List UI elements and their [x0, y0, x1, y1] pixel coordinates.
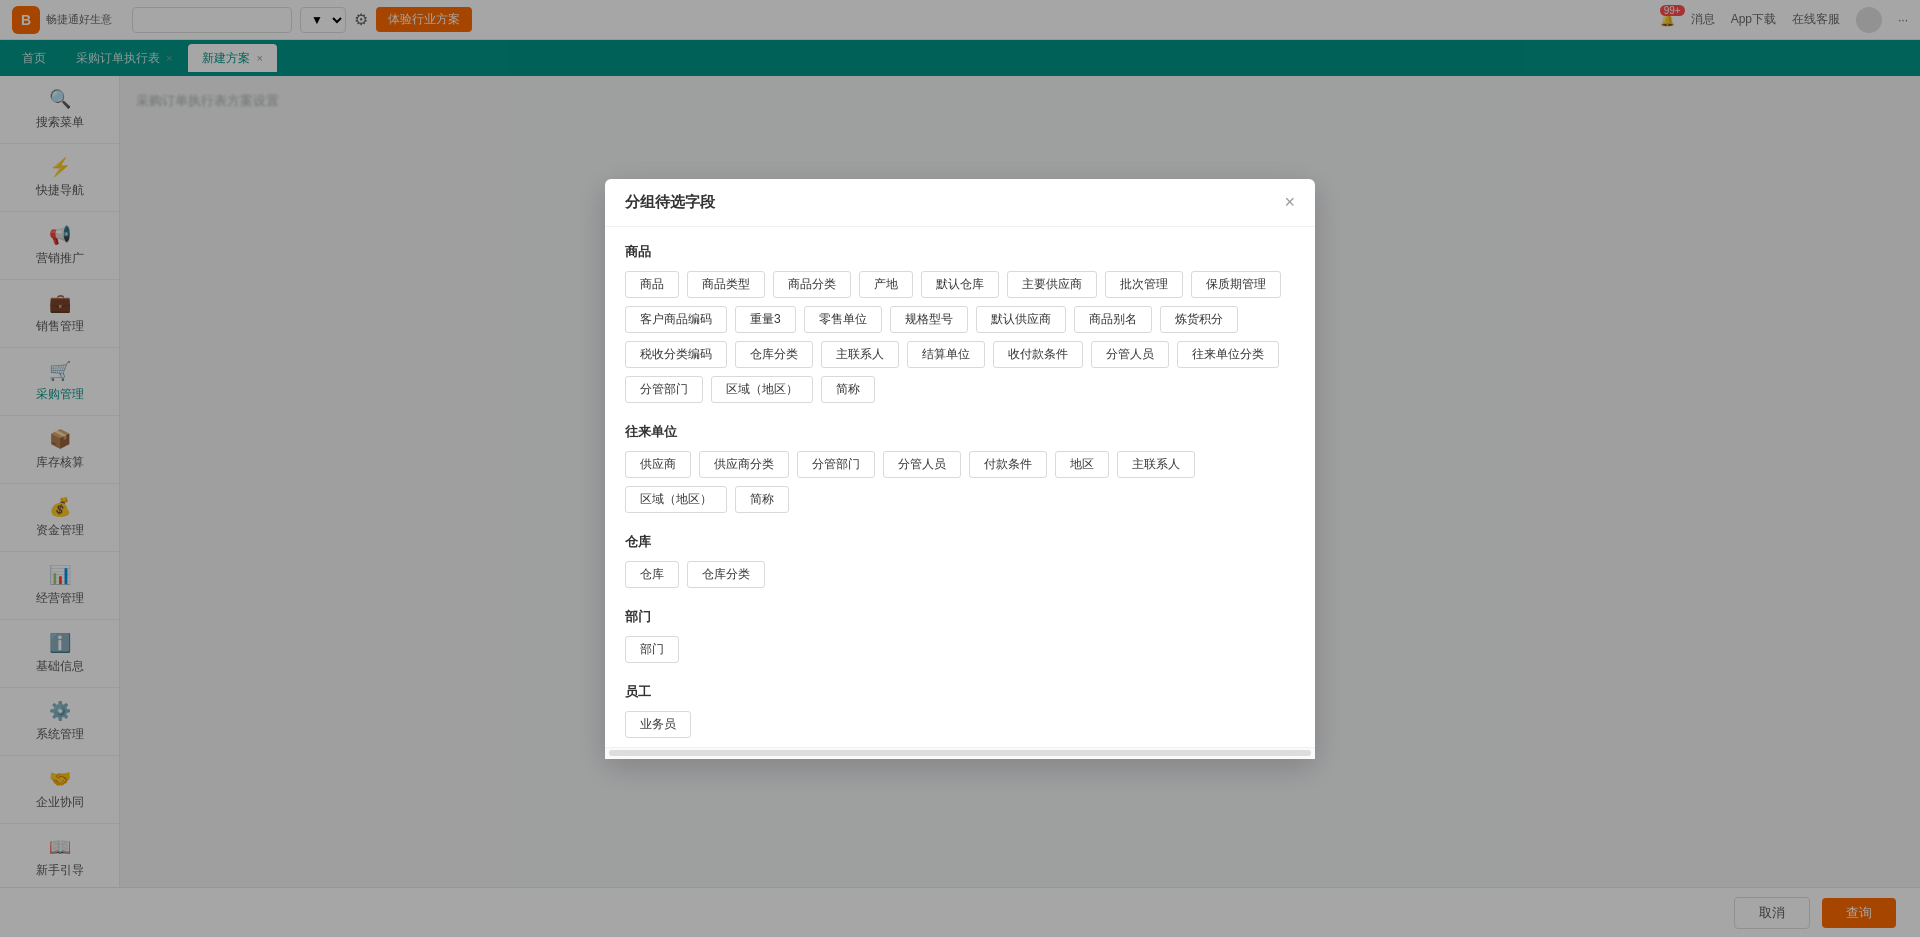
section-title-4: 员工 [625, 683, 1295, 701]
modal-close-button[interactable]: × [1284, 193, 1295, 211]
field-tag-1-2[interactable]: 分管部门 [797, 451, 875, 478]
section-title-3: 部门 [625, 608, 1295, 626]
field-tag-2-1[interactable]: 仓库分类 [687, 561, 765, 588]
field-section-3: 部门部门 [625, 608, 1295, 663]
section-title-2: 仓库 [625, 533, 1295, 551]
modal-body: 商品商品商品类型商品分类产地默认仓库主要供应商批次管理保质期管理客户商品编码重量… [605, 227, 1315, 747]
field-tags-0: 商品商品类型商品分类产地默认仓库主要供应商批次管理保质期管理客户商品编码重量3 零… [625, 271, 1295, 403]
modal-hscroll[interactable] [605, 747, 1315, 759]
field-tag-0-15[interactable]: 税收分类编码 [625, 341, 727, 368]
field-tag-4-0[interactable]: 业务员 [625, 711, 691, 738]
field-tag-0-11[interactable]: 规格型号 [890, 306, 968, 333]
field-tag-0-5[interactable]: 主要供应商 [1007, 271, 1097, 298]
field-tag-0-13[interactable]: 商品别名 [1074, 306, 1152, 333]
field-tag-0-1[interactable]: 商品类型 [687, 271, 765, 298]
field-section-4: 员工业务员 [625, 683, 1295, 738]
field-tag-1-0[interactable]: 供应商 [625, 451, 691, 478]
field-tag-1-7[interactable]: 区域（地区） [625, 486, 727, 513]
hscroll-track [609, 750, 1311, 756]
field-tags-2: 仓库仓库分类 [625, 561, 1295, 588]
field-tag-0-12[interactable]: 默认供应商 [976, 306, 1066, 333]
field-tag-0-8[interactable]: 客户商品编码 [625, 306, 727, 333]
modal: 分组待选字段 × 商品商品商品类型商品分类产地默认仓库主要供应商批次管理保质期管… [605, 179, 1315, 759]
field-tag-1-4[interactable]: 付款条件 [969, 451, 1047, 478]
section-title-1: 往来单位 [625, 423, 1295, 441]
field-tags-3: 部门 [625, 636, 1295, 663]
field-tag-0-22[interactable]: 分管部门 [625, 376, 703, 403]
field-tag-3-0[interactable]: 部门 [625, 636, 679, 663]
field-tag-0-21[interactable]: 往来单位分类 [1177, 341, 1279, 368]
field-tag-0-3[interactable]: 产地 [859, 271, 913, 298]
field-tag-0-6[interactable]: 批次管理 [1105, 271, 1183, 298]
field-tag-0-4[interactable]: 默认仓库 [921, 271, 999, 298]
field-tag-0-14[interactable]: 炼货积分 [1160, 306, 1238, 333]
field-tag-1-3[interactable]: 分管人员 [883, 451, 961, 478]
field-section-2: 仓库仓库仓库分类 [625, 533, 1295, 588]
modal-title: 分组待选字段 [625, 193, 715, 212]
field-tag-0-17[interactable]: 主联系人 [821, 341, 899, 368]
field-tag-1-1[interactable]: 供应商分类 [699, 451, 789, 478]
field-section-1: 往来单位供应商供应商分类分管部门分管人员付款条件地区主联系人区域（地区） 简称 [625, 423, 1295, 513]
field-tag-1-6[interactable]: 主联系人 [1117, 451, 1195, 478]
field-tag-0-9[interactable]: 重量3 [735, 306, 796, 333]
field-tag-0-2[interactable]: 商品分类 [773, 271, 851, 298]
modal-overlay: 分组待选字段 × 商品商品商品类型商品分类产地默认仓库主要供应商批次管理保质期管… [0, 0, 1920, 937]
field-tag-0-23[interactable]: 区域（地区） [711, 376, 813, 403]
field-section-0: 商品商品商品类型商品分类产地默认仓库主要供应商批次管理保质期管理客户商品编码重量… [625, 243, 1295, 403]
field-tag-0-20[interactable]: 分管人员 [1091, 341, 1169, 368]
field-tag-0-0[interactable]: 商品 [625, 271, 679, 298]
field-tag-1-8[interactable]: 简称 [735, 486, 789, 513]
field-tag-0-7[interactable]: 保质期管理 [1191, 271, 1281, 298]
field-tag-0-18[interactable]: 结算单位 [907, 341, 985, 368]
field-tags-4: 业务员 [625, 711, 1295, 738]
modal-header: 分组待选字段 × [605, 179, 1315, 227]
field-tag-0-24[interactable]: 简称 [821, 376, 875, 403]
field-tag-0-16[interactable]: 仓库分类 [735, 341, 813, 368]
field-tag-0-10[interactable]: 零售单位 [804, 306, 882, 333]
field-tags-1: 供应商供应商分类分管部门分管人员付款条件地区主联系人区域（地区） 简称 [625, 451, 1295, 513]
field-tag-1-5[interactable]: 地区 [1055, 451, 1109, 478]
section-title-0: 商品 [625, 243, 1295, 261]
field-tag-0-19[interactable]: 收付款条件 [993, 341, 1083, 368]
field-tag-2-0[interactable]: 仓库 [625, 561, 679, 588]
